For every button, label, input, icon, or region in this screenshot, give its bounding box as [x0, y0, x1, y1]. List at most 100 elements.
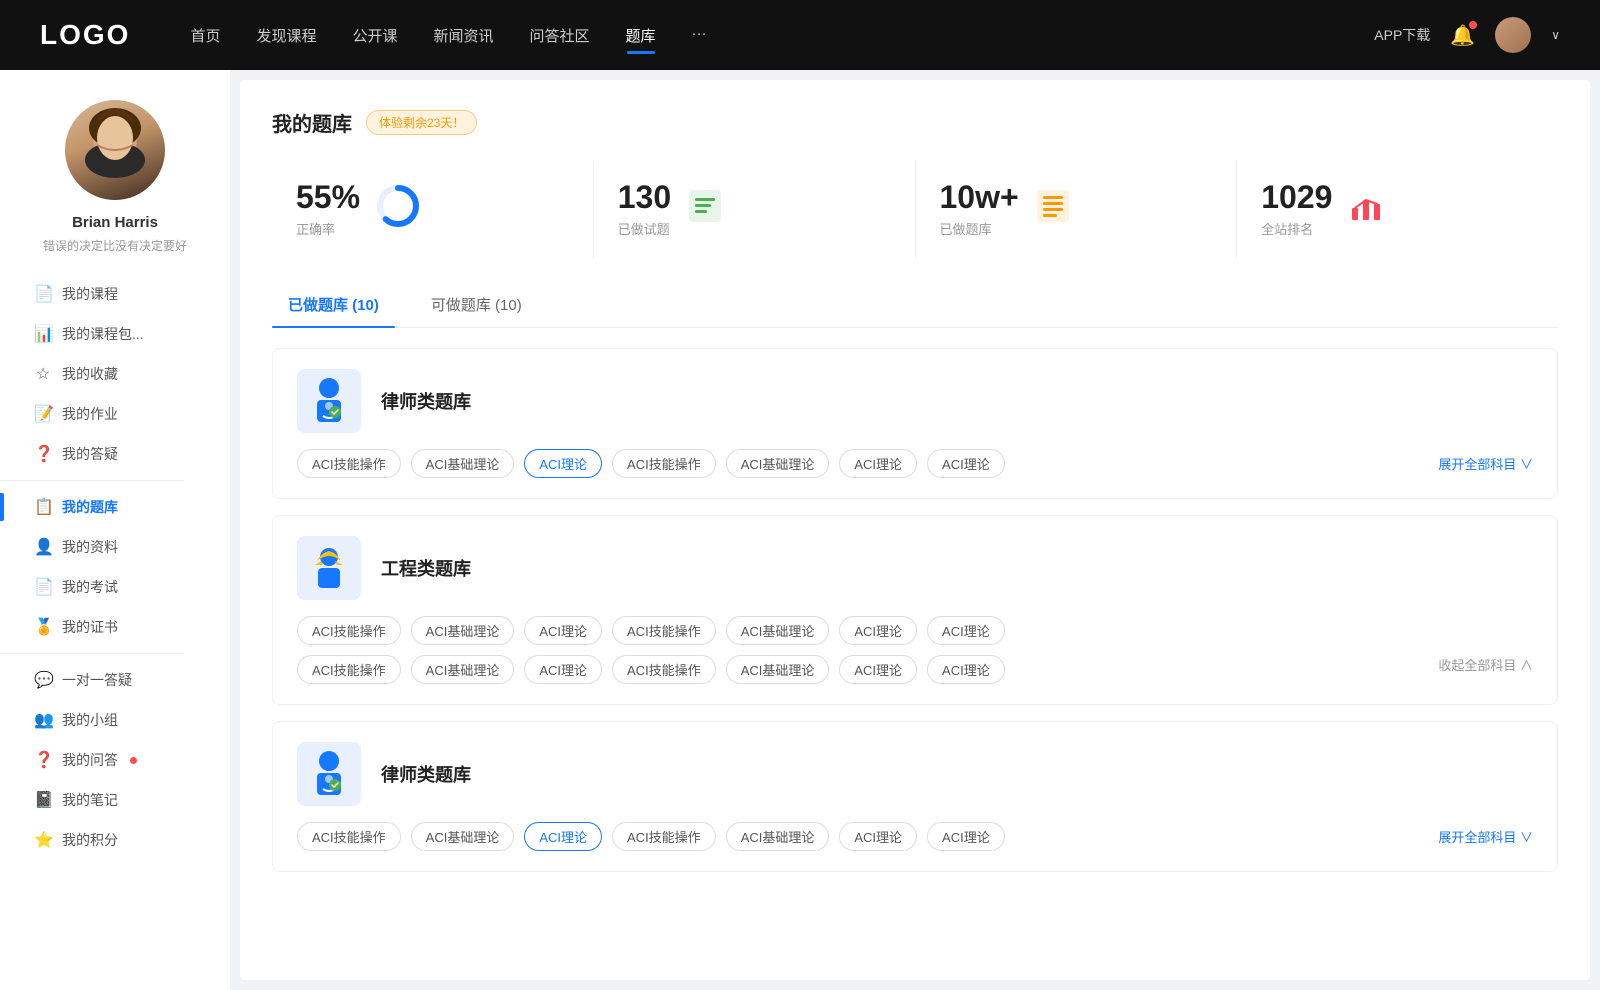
stat-done-questions-icon [687, 188, 723, 231]
tag-lawyer1-1[interactable]: ACI基础理论 [411, 449, 515, 478]
sidebar-item-course[interactable]: 📄 我的课程 [0, 274, 230, 314]
stat-accuracy-icon [376, 184, 420, 235]
avatar-image [65, 100, 165, 200]
sidebar-item-profile[interactable]: 👤 我的资料 [0, 527, 230, 567]
tag-lawyer1-2[interactable]: ACI理论 [524, 449, 602, 478]
sidebar-label-notes: 我的笔记 [62, 790, 118, 810]
tag-lawyer2-4[interactable]: ACI基础理论 [726, 822, 830, 851]
tag-lawyer1-3[interactable]: ACI技能操作 [612, 449, 716, 478]
tag-eng-r2-0[interactable]: ACI技能操作 [297, 655, 401, 684]
tag-eng-r2-5[interactable]: ACI理论 [839, 655, 917, 684]
tag-lawyer1-0[interactable]: ACI技能操作 [297, 449, 401, 478]
coursepack-icon: 📊 [34, 324, 52, 344]
expand-lawyer2[interactable]: 展开全部科目 ∨ [1438, 827, 1533, 846]
trial-badge: 体验剩余23天！ [366, 110, 477, 135]
bank-card-lawyer-1: 律师类题库 ACI技能操作 ACI基础理论 ACI理论 ACI技能操作 ACI基… [272, 348, 1558, 499]
sidebar-label-coursepack: 我的课程包... [62, 324, 144, 344]
sidebar: Brian Harris 错误的决定比没有决定要好 📄 我的课程 📊 我的课程包… [0, 70, 230, 990]
sidebar-item-bank[interactable]: 📋 我的题库 [0, 487, 230, 527]
tag-lawyer1-4[interactable]: ACI基础理论 [726, 449, 830, 478]
tag-eng-r2-2[interactable]: ACI理论 [524, 655, 602, 684]
tag-lawyer2-1[interactable]: ACI基础理论 [411, 822, 515, 851]
sidebar-item-favorites[interactable]: ☆ 我的收藏 [0, 354, 230, 394]
tag-eng-0[interactable]: ACI技能操作 [297, 616, 401, 645]
expand-lawyer1[interactable]: 展开全部科目 ∨ [1438, 454, 1533, 473]
1on1-icon: 💬 [34, 670, 52, 690]
sidebar-item-cert[interactable]: 🏅 我的证书 [0, 607, 230, 647]
sidebar-label-1on1: 一对一答疑 [62, 670, 132, 690]
tag-eng-2[interactable]: ACI理论 [524, 616, 602, 645]
bank-card-engineer-title: 工程类题库 [381, 555, 471, 581]
nav-menu: 首页 发现课程 公开课 新闻资讯 问答社区 题库 ··· [190, 21, 1374, 50]
collapse-engineer[interactable]: 收起全部科目 ∧ [1438, 655, 1533, 684]
bank-card-lawyer-2-header: 律师类题库 [297, 742, 1533, 806]
sidebar-label-exam: 我的考试 [62, 577, 118, 597]
tag-lawyer2-5[interactable]: ACI理论 [839, 822, 917, 851]
stat-ranking-info: 1029 全站排名 [1261, 181, 1332, 238]
sidebar-item-coursepack[interactable]: 📊 我的课程包... [0, 314, 230, 354]
nav-bank[interactable]: 题库 [626, 21, 656, 50]
stat-ranking-value: 1029 [1261, 181, 1332, 213]
bank-icon: 📋 [34, 497, 52, 517]
bank-card-engineer-tags-row1: ACI技能操作 ACI基础理论 ACI理论 ACI技能操作 ACI基础理论 AC… [297, 616, 1533, 645]
nav-discover[interactable]: 发现课程 [256, 21, 316, 50]
bank-card-lawyer-1-tags: ACI技能操作 ACI基础理论 ACI理论 ACI技能操作 ACI基础理论 AC… [297, 449, 1533, 478]
points-icon: ⭐ [34, 830, 52, 850]
navbar-right: APP下载 🔔 ∨ [1374, 17, 1560, 53]
stat-accuracy-info: 55% 正确率 [296, 181, 360, 238]
tab-done-banks[interactable]: 已做题库 (10) [272, 286, 395, 327]
course-icon: 📄 [34, 284, 52, 304]
tag-lawyer2-6[interactable]: ACI理论 [927, 822, 1005, 851]
nav-open-course[interactable]: 公开课 [352, 21, 397, 50]
sidebar-item-group[interactable]: 👥 我的小组 [0, 700, 230, 740]
stat-done-banks: 10w+ 已做题库 [916, 161, 1238, 258]
tag-eng-r2-3[interactable]: ACI技能操作 [612, 655, 716, 684]
nav-news[interactable]: 新闻资讯 [434, 21, 494, 50]
sidebar-item-1on1[interactable]: 💬 一对一答疑 [0, 660, 230, 700]
app-download-link[interactable]: APP下载 [1374, 25, 1430, 45]
tag-eng-r2-6[interactable]: ACI理论 [927, 655, 1005, 684]
stat-ranking: 1029 全站排名 [1237, 161, 1558, 258]
notification-bell[interactable]: 🔔 [1450, 23, 1475, 48]
tab-available-banks[interactable]: 可做题库 (10) [415, 286, 538, 327]
myqa-dot [130, 757, 137, 764]
tag-lawyer2-0[interactable]: ACI技能操作 [297, 822, 401, 851]
user-avatar-nav[interactable] [1495, 17, 1531, 53]
tag-lawyer2-3[interactable]: ACI技能操作 [612, 822, 716, 851]
tag-eng-5[interactable]: ACI理论 [839, 616, 917, 645]
tag-eng-1[interactable]: ACI基础理论 [411, 616, 515, 645]
sidebar-item-notes[interactable]: 📓 我的笔记 [0, 780, 230, 820]
notification-dot [1469, 21, 1477, 29]
sidebar-item-homework[interactable]: 📝 我的作业 [0, 394, 230, 434]
stat-done-banks-icon [1035, 188, 1071, 231]
bank-card-lawyer-2: 律师类题库 ACI技能操作 ACI基础理论 ACI理论 ACI技能操作 ACI基… [272, 721, 1558, 872]
tag-eng-3[interactable]: ACI技能操作 [612, 616, 716, 645]
chevron-down-icon[interactable]: ∨ [1551, 28, 1560, 42]
user-avatar [65, 100, 165, 200]
nav-more[interactable]: ··· [692, 21, 707, 50]
tag-eng-r2-1[interactable]: ACI基础理论 [411, 655, 515, 684]
nav-home[interactable]: 首页 [190, 21, 220, 50]
logo[interactable]: LOGO [40, 19, 130, 51]
sidebar-item-points[interactable]: ⭐ 我的积分 [0, 820, 230, 860]
tag-lawyer1-6[interactable]: ACI理论 [927, 449, 1005, 478]
sidebar-divider-2 [0, 653, 184, 654]
nav-qa[interactable]: 问答社区 [530, 21, 590, 50]
tag-lawyer2-2[interactable]: ACI理论 [524, 822, 602, 851]
sidebar-item-myqa[interactable]: ❓ 我的问答 [0, 740, 230, 780]
stat-done-banks-value: 10w+ [940, 181, 1019, 213]
sidebar-item-exam[interactable]: 📄 我的考试 [0, 567, 230, 607]
sidebar-label-group: 我的小组 [62, 710, 118, 730]
tag-eng-4[interactable]: ACI基础理论 [726, 616, 830, 645]
sidebar-label-cert: 我的证书 [62, 617, 118, 637]
tag-eng-r2-4[interactable]: ACI基础理论 [726, 655, 830, 684]
myqa-icon: ❓ [34, 750, 52, 770]
tag-lawyer1-5[interactable]: ACI理论 [839, 449, 917, 478]
stat-done-questions-value: 130 [618, 181, 671, 213]
bank-card-lawyer-2-title: 律师类题库 [381, 761, 471, 787]
profile-icon: 👤 [34, 537, 52, 557]
exam-icon: 📄 [34, 577, 52, 597]
sidebar-item-qa[interactable]: ❓ 我的答疑 [0, 434, 230, 474]
group-icon: 👥 [34, 710, 52, 730]
tag-eng-6[interactable]: ACI理论 [927, 616, 1005, 645]
